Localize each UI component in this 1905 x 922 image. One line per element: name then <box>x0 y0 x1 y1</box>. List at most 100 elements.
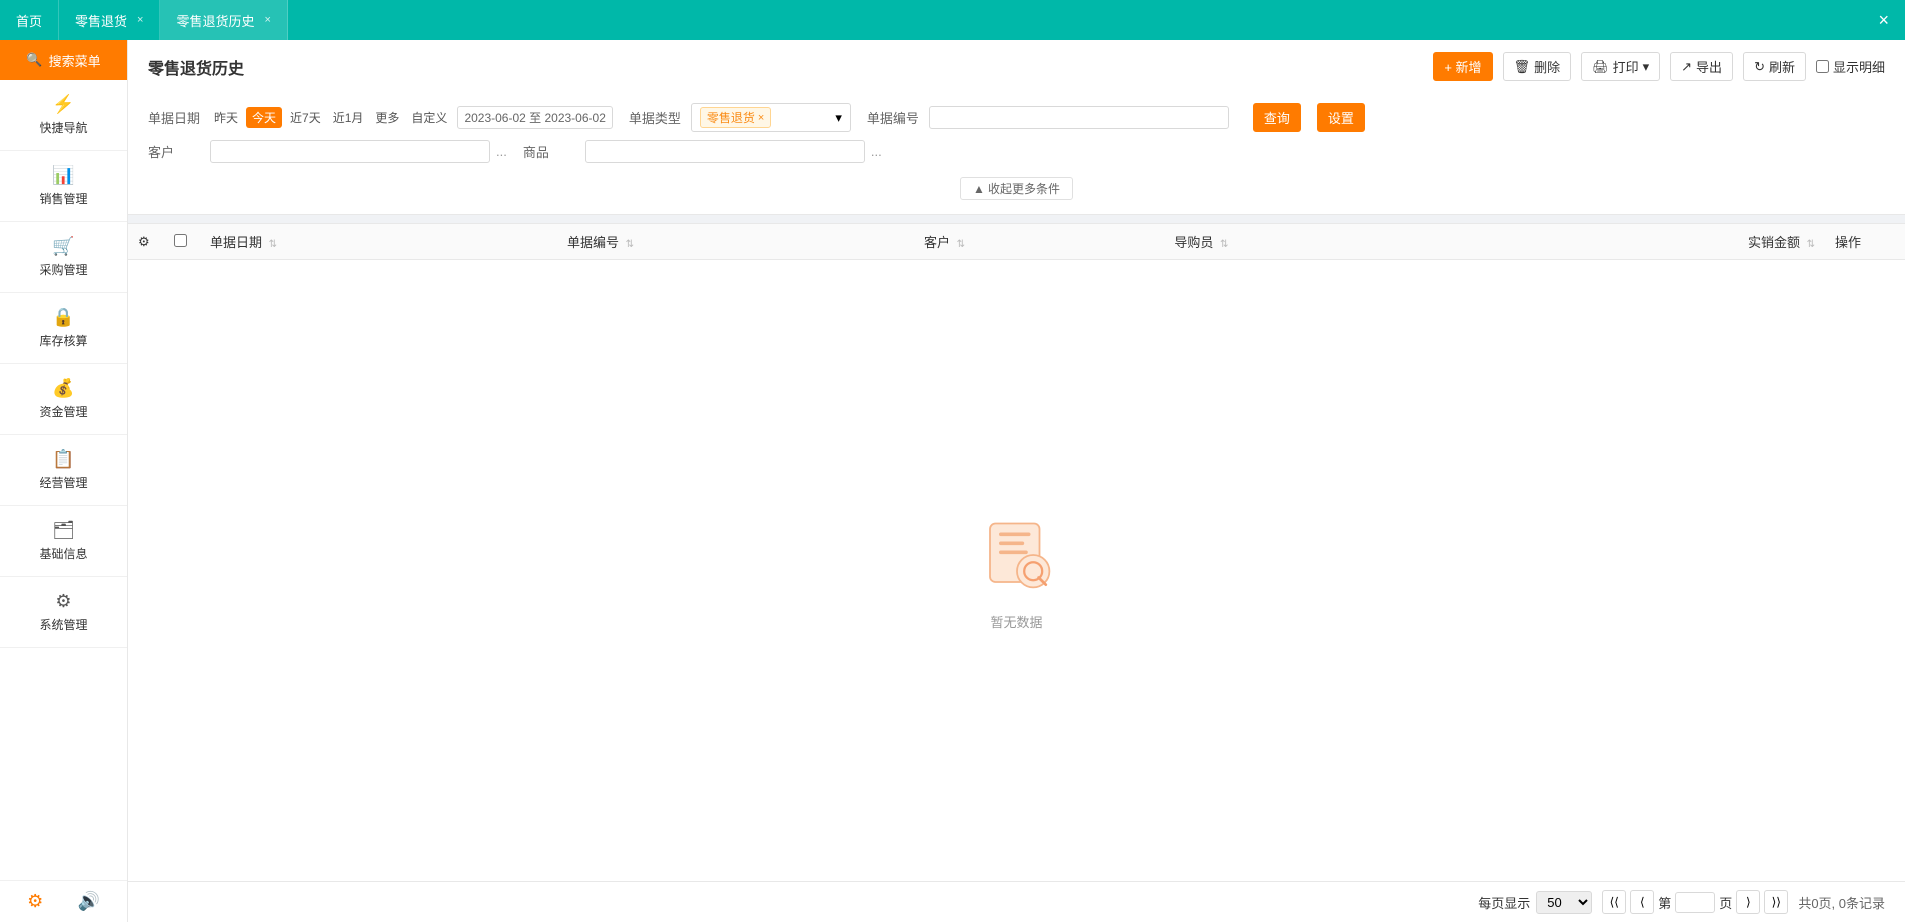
number-input[interactable] <box>929 106 1229 129</box>
pag-last-button[interactable]: ⟩⟩ <box>1764 890 1788 914</box>
query-button[interactable]: 查询 <box>1253 103 1301 132</box>
delete-button[interactable]: 🗑 删除 <box>1503 52 1572 81</box>
page-title-row: 零售退货历史 + 新增 🗑 删除 🖨 打印 ▾ ↗ 导出 <box>148 52 1885 81</box>
show-detail-checkbox[interactable] <box>1816 60 1829 73</box>
sidebar-item-base-info[interactable]: 🗂 基础信息 <box>0 506 127 577</box>
page-title: 零售退货历史 <box>148 55 244 79</box>
col-amount: 实销金额 ⇅ <box>1468 224 1825 260</box>
per-page-label: 每页显示 <box>1478 893 1530 912</box>
sidebar-icon-purchase-mgmt: 🛒 <box>52 236 74 257</box>
settings-bottom-icon[interactable]: ⚙ <box>27 891 43 912</box>
col-date-sort[interactable]: ⇅ <box>269 239 277 250</box>
customer-input[interactable] <box>210 140 490 163</box>
sidebar-item-inventory[interactable]: 🔒 库存核算 <box>0 293 127 364</box>
col-amount-label: 实销金额 <box>1748 235 1800 250</box>
empty-icon <box>972 510 1062 600</box>
sidebar-label-sales-mgmt: 销售管理 <box>39 190 87 207</box>
tab-close-retail-return[interactable]: × <box>137 14 143 26</box>
type-tag-remove[interactable]: × <box>758 112 764 124</box>
refresh-icon: ↻ <box>1754 59 1765 75</box>
goods-filter: 商品 ... <box>523 140 882 163</box>
window-close-button[interactable]: × <box>1878 10 1905 31</box>
sidebar: 🔍 搜索菜单 ⚡ 快捷导航 📊 销售管理 🛒 采购管理 🔒 库存核算 💰 资金管… <box>0 40 128 922</box>
type-select[interactable]: 零售退货 × ▾ <box>691 103 851 132</box>
data-table: ⚙ 单据日期 ⇅ 单据编号 ⇅ 客户 <box>128 223 1905 260</box>
top-bar: 首页零售退货×零售退货历史× × <box>0 0 1905 40</box>
pag-prev-button[interactable]: ⟨ <box>1630 890 1654 914</box>
show-detail-label: 显示明细 <box>1833 57 1885 76</box>
sidebar-item-system-mgmt[interactable]: ⚙ 系统管理 <box>0 577 127 648</box>
sidebar-item-quick-nav[interactable]: ⚡ 快捷导航 <box>0 80 127 151</box>
empty-text: 暂无数据 <box>990 612 1042 631</box>
tab-close-retail-return-history[interactable]: × <box>264 14 270 26</box>
per-page: 每页显示 102050100 <box>1478 891 1592 914</box>
col-settings[interactable]: ⚙ <box>128 224 164 260</box>
export-button[interactable]: ↗ 导出 <box>1670 52 1733 81</box>
search-icon: 🔍 <box>26 52 42 68</box>
col-customer-label: 客户 <box>924 235 950 250</box>
pag-first-button[interactable]: ⟨⟨ <box>1602 890 1626 914</box>
goods-filter-label: 商品 <box>523 142 579 161</box>
tab-list: 首页零售退货×零售退货历史× <box>0 0 1878 40</box>
col-number-sort[interactable]: ⇅ <box>626 239 634 250</box>
sidebar-label-system-mgmt: 系统管理 <box>39 616 87 633</box>
date-opt-自定义[interactable]: 自定义 <box>407 107 451 128</box>
col-number: 单据编号 ⇅ <box>557 224 914 260</box>
select-all-checkbox[interactable] <box>174 234 187 247</box>
new-button[interactable]: + 新增 <box>1433 52 1492 81</box>
collapse-icon: ▲ <box>973 182 985 196</box>
collapse-button[interactable]: ▲ 收起更多条件 <box>960 177 1073 200</box>
sidebar-label-quick-nav: 快捷导航 <box>39 119 87 136</box>
sidebar-item-sales-mgmt[interactable]: 📊 销售管理 <box>0 151 127 222</box>
col-amount-sort[interactable]: ⇅ <box>1807 239 1815 250</box>
number-filter: 单据编号 <box>867 106 1229 129</box>
col-customer: 客户 ⇅ <box>914 224 1164 260</box>
page-header: 零售退货历史 + 新增 🗑 删除 🖨 打印 ▾ ↗ 导出 <box>128 40 1905 215</box>
date-opt-昨天[interactable]: 昨天 <box>210 107 242 128</box>
sidebar-item-operations[interactable]: 📋 经营管理 <box>0 435 127 506</box>
sidebar-label-purchase-mgmt: 采购管理 <box>39 261 87 278</box>
col-date-label: 单据日期 <box>210 235 262 250</box>
type-tag: 零售退货 × <box>700 107 771 128</box>
date-opt-近1月[interactable]: 近1月 <box>329 107 368 128</box>
tab-retail-return-history[interactable]: 零售退货历史× <box>160 0 287 40</box>
export-icon: ↗ <box>1681 59 1692 75</box>
sidebar-item-purchase-mgmt[interactable]: 🛒 采购管理 <box>0 222 127 293</box>
date-opt-更多[interactable]: 更多 <box>371 107 403 128</box>
filter-row-2: 客户 ... 商品 ... <box>148 140 1885 163</box>
pag-next-button[interactable]: ⟩ <box>1736 890 1760 914</box>
goods-input[interactable] <box>585 140 865 163</box>
number-filter-label: 单据编号 <box>867 108 923 127</box>
col-customer-sort[interactable]: ⇅ <box>957 239 965 250</box>
sidebar-icon-finance: 💰 <box>52 378 74 399</box>
col-guide-sort[interactable]: ⇅ <box>1220 239 1228 250</box>
print-button[interactable]: 🖨 打印 ▾ <box>1581 52 1660 81</box>
collapse-label: 收起更多条件 <box>988 180 1060 197</box>
filter-area: 单据日期 昨天今天近7天近1月更多自定义 2023-06-02 至 2023-0… <box>148 93 1885 214</box>
sound-bottom-icon[interactable]: 🔊 <box>77 891 99 912</box>
date-opt-今天[interactable]: 今天 <box>246 107 282 128</box>
tab-home[interactable]: 首页 <box>0 0 59 40</box>
sidebar-label-finance: 资金管理 <box>39 403 87 420</box>
show-detail-checkbox-label[interactable]: 显示明细 <box>1816 57 1885 76</box>
col-guide-label: 导购员 <box>1174 235 1213 250</box>
sidebar-icon-sales-mgmt: 📊 <box>52 165 74 186</box>
tab-retail-return[interactable]: 零售退货× <box>59 0 160 40</box>
settings-button[interactable]: 设置 <box>1317 103 1365 132</box>
content-area: 零售退货历史 + 新增 🗑 删除 🖨 打印 ▾ ↗ 导出 <box>128 40 1905 922</box>
sidebar-label-operations: 经营管理 <box>39 474 87 491</box>
pag-page-input[interactable]: 1 <box>1675 892 1715 913</box>
col-checkbox[interactable] <box>164 224 200 260</box>
sidebar-item-finance[interactable]: 💰 资金管理 <box>0 364 127 435</box>
col-guide: 导购员 ⇅ <box>1164 224 1468 260</box>
refresh-button[interactable]: ↻ 刷新 <box>1743 52 1806 81</box>
sidebar-items: ⚡ 快捷导航 📊 销售管理 🛒 采购管理 🔒 库存核算 💰 资金管理 📋 经营管… <box>0 80 127 648</box>
date-range-display[interactable]: 2023-06-02 至 2023-06-02 <box>457 106 612 129</box>
customer-dots[interactable]: ... <box>496 144 507 159</box>
per-page-select[interactable]: 102050100 <box>1536 891 1592 914</box>
date-opt-近7天[interactable]: 近7天 <box>286 107 325 128</box>
sidebar-search[interactable]: 🔍 搜索菜单 <box>0 40 127 80</box>
date-filter-label: 单据日期 <box>148 108 204 127</box>
pag-total: 共0页, 0条记录 <box>1798 893 1885 912</box>
goods-dots[interactable]: ... <box>871 144 882 159</box>
